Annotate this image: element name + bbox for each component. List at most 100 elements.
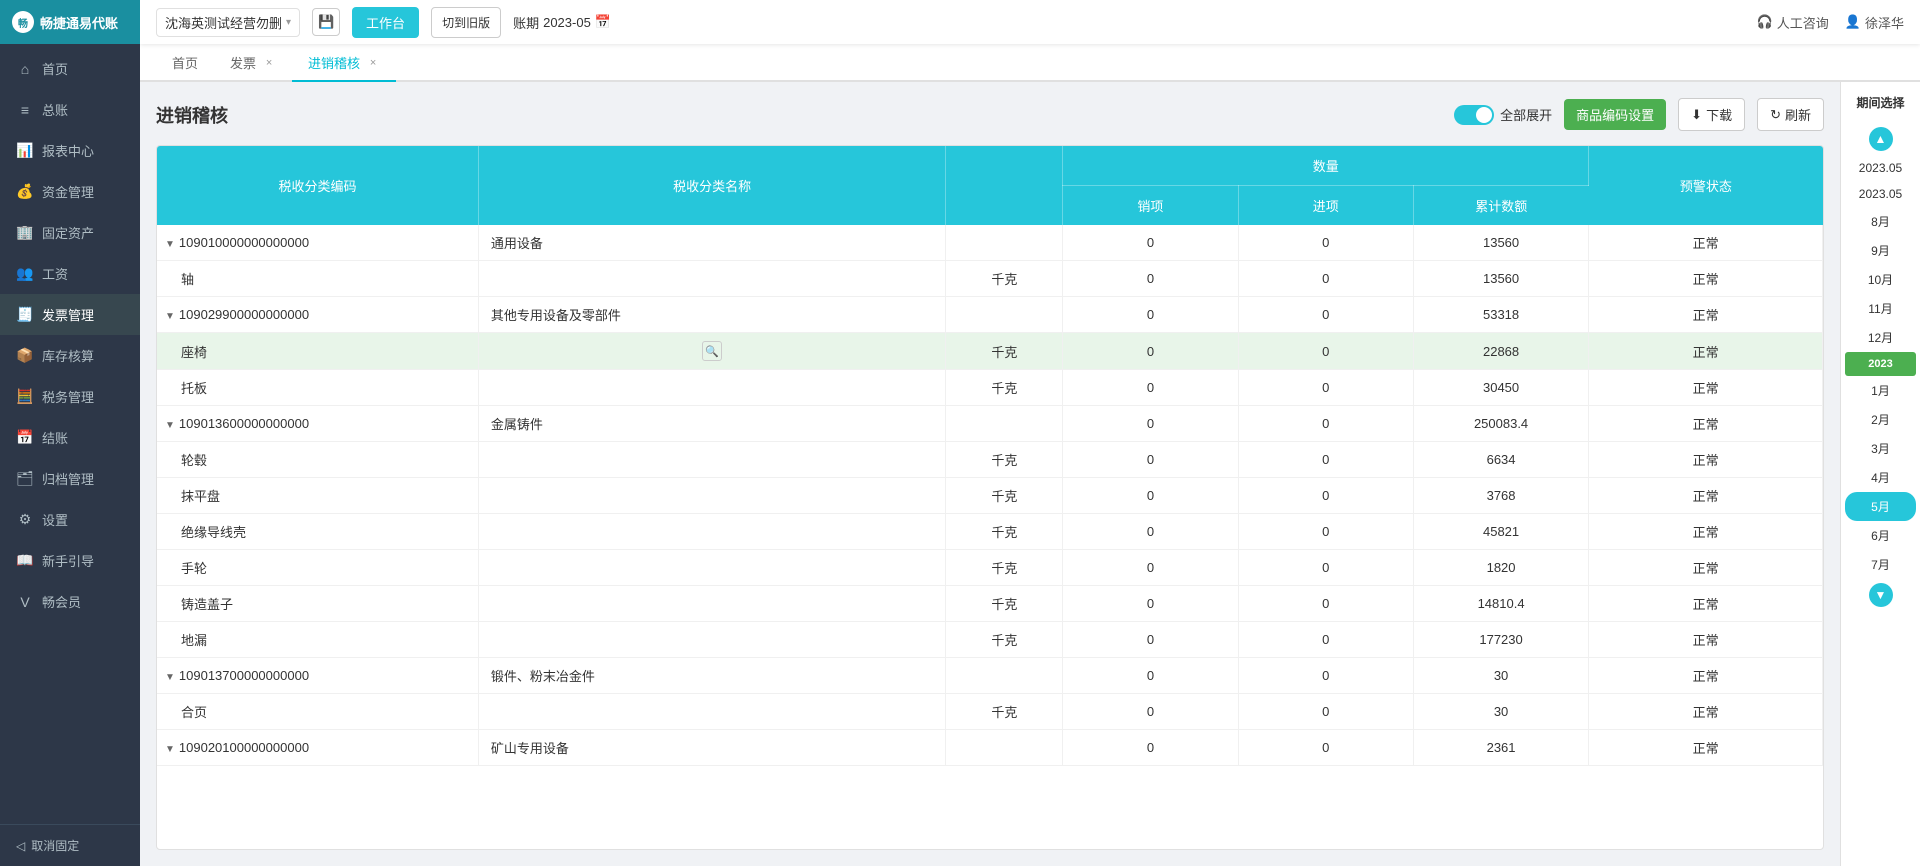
sidebar-item-ledger[interactable]: ≡ 总账 (0, 89, 140, 130)
period-item[interactable]: 5月 (1845, 492, 1916, 521)
cell-code: ▼109013700000000000 (157, 658, 478, 694)
tab-invoice-close-icon[interactable]: × (262, 56, 276, 70)
expand-icon[interactable]: ▼ (165, 311, 175, 322)
side-panel-title: 期间选择 (1852, 90, 1908, 115)
period-item[interactable]: 10月 (1845, 265, 1916, 294)
panel-scroll-down-btn[interactable]: ▼ (1869, 583, 1893, 607)
sidebar-item-archive[interactable]: 🗂 归档管理 (0, 458, 140, 499)
sidebar-item-assets[interactable]: 🏢 固定资产 (0, 212, 140, 253)
expand-icon[interactable]: ▼ (165, 239, 175, 250)
period-item[interactable]: 12月 (1845, 323, 1916, 352)
sidebar-item-payroll[interactable]: 👥 工资 (0, 253, 140, 294)
period-item[interactable]: 1月 (1845, 376, 1916, 405)
sidebar-item-home[interactable]: ⌂ 首页 (0, 48, 140, 89)
sidebar-item-finance[interactable]: 💰 资金管理 (0, 171, 140, 212)
user-profile-button[interactable]: 👤 徐泽华 (1845, 13, 1904, 32)
header: 沈海英测试经营勿删 ▾ 💾 工作台 切到旧版 账期 2023-05 📅 🎧 人工… (140, 0, 1920, 44)
period-item[interactable]: 2月 (1845, 405, 1916, 434)
cell-total: 1820 (1413, 550, 1588, 586)
side-panel: 期间选择 ▲ 2023.052023.058月9月10月11月12月20231月… (1840, 82, 1920, 866)
tab-reconciliation-close-icon[interactable]: × (366, 56, 380, 70)
save-button[interactable]: 💾 (312, 8, 340, 36)
period-item[interactable]: 2023.05 (1845, 181, 1916, 207)
service-button[interactable]: 🎧 人工咨询 (1757, 13, 1829, 32)
table-row: ▼109020100000000000 矿山专用设备 0 0 2361 正常 (157, 730, 1823, 766)
period-item[interactable]: 2023.05 (1845, 155, 1916, 181)
refresh-icon: ↻ (1770, 107, 1781, 123)
cell-total: 30 (1413, 658, 1588, 694)
sidebar-item-archive-label: 归档管理 (42, 469, 94, 488)
sidebar-item-settings[interactable]: ⚙ 设置 (0, 499, 140, 540)
expand-icon[interactable]: ▼ (165, 672, 175, 683)
search-icon[interactable]: 🔍 (702, 341, 722, 361)
page-title-bar: 进销稽核 全部展开 商品编码设置 ⬇ 下载 ↻ 刷 (156, 98, 1824, 131)
logo-text: 畅捷通易代账 (40, 13, 118, 32)
cell-warning: 正常 (1589, 550, 1823, 586)
sidebar-unfix-btn[interactable]: ◁ 取消固定 (0, 824, 140, 866)
cell-warning: 正常 (1589, 658, 1823, 694)
cell-total: 177230 (1413, 622, 1588, 658)
period-item[interactable]: 7月 (1845, 550, 1916, 579)
sidebar-item-invoice[interactable]: 🧾 发票管理 (0, 294, 140, 335)
calendar-icon: 📅 (595, 14, 611, 30)
sidebar-item-tax[interactable]: 🧮 税务管理 (0, 376, 140, 417)
period-item[interactable]: 3月 (1845, 434, 1916, 463)
period-item[interactable]: 8月 (1845, 207, 1916, 236)
period-item[interactable]: 4月 (1845, 463, 1916, 492)
col-header-warning: 预警状态 (1589, 146, 1823, 225)
tab-home-label: 首页 (172, 53, 198, 72)
switch-version-button[interactable]: 切到旧版 (431, 7, 501, 38)
period-item[interactable]: 9月 (1845, 236, 1916, 265)
table-row: ▼109029900000000000 其他专用设备及零部件 0 0 53318… (157, 297, 1823, 333)
cell-sales: 0 (1063, 297, 1238, 333)
cell-sales: 0 (1063, 225, 1238, 261)
toggle-track[interactable] (1454, 105, 1494, 125)
cell-warning: 正常 (1589, 478, 1823, 514)
tab-reconciliation[interactable]: 进销稽核 × (292, 45, 396, 82)
cell-code: 座椅 (157, 333, 478, 370)
col-header-quantity: 数量 (1063, 146, 1589, 186)
company-selector[interactable]: 沈海英测试经营勿删 ▾ (156, 8, 300, 37)
tab-invoice[interactable]: 发票 × (214, 45, 292, 82)
cell-name: 锻件、粉末冶金件 (478, 658, 946, 694)
expand-icon[interactable]: ▼ (165, 420, 175, 431)
product-code-btn[interactable]: 商品编码设置 (1564, 99, 1666, 130)
user-icon: 👤 (1845, 14, 1861, 30)
cell-sales: 0 (1063, 406, 1238, 442)
cell-unit: 千克 (946, 333, 1063, 370)
refresh-btn[interactable]: ↻ 刷新 (1757, 98, 1824, 131)
panel-scroll-up-btn[interactable]: ▲ (1869, 127, 1893, 151)
data-table-wrapper: 税收分类编码 税收分类名称 数量 预警状态 销项 进项 累计数额 (156, 145, 1824, 850)
workbench-button[interactable]: 工作台 (352, 7, 419, 38)
table-row: 绝缘导线壳 千克 0 0 45821 正常 (157, 514, 1823, 550)
period-item[interactable]: 11月 (1845, 294, 1916, 323)
tab-home[interactable]: 首页 (156, 45, 214, 82)
cell-total: 22868 (1413, 333, 1588, 370)
expand-icon[interactable]: ▼ (165, 744, 175, 755)
download-btn[interactable]: ⬇ 下载 (1678, 98, 1745, 131)
cell-sales: 0 (1063, 694, 1238, 730)
sidebar-item-guide-label: 新手引导 (42, 551, 94, 570)
sidebar-item-ledger-label: 总账 (42, 100, 68, 119)
sidebar-item-guide[interactable]: 📖 新手引导 (0, 540, 140, 581)
period-item[interactable]: 2023 (1845, 352, 1916, 376)
cell-name (478, 261, 946, 297)
cell-code: ▼109029900000000000 (157, 297, 478, 333)
cell-unit (946, 406, 1063, 442)
sidebar-item-inventory[interactable]: 📦 库存核算 (0, 335, 140, 376)
tab-invoice-label: 发票 (230, 53, 256, 72)
sidebar-item-vip[interactable]: V 畅会员 (0, 581, 140, 622)
cell-total: 30 (1413, 694, 1588, 730)
cell-name (478, 478, 946, 514)
sidebar-item-closing[interactable]: 📅 结账 (0, 417, 140, 458)
cell-code: ▼109010000000000000 (157, 225, 478, 261)
cell-unit (946, 730, 1063, 766)
period-item[interactable]: 6月 (1845, 521, 1916, 550)
cell-sales: 0 (1063, 333, 1238, 370)
cell-sales: 0 (1063, 658, 1238, 694)
expand-all-toggle[interactable]: 全部展开 (1454, 105, 1552, 125)
sidebar-item-report[interactable]: 📊 报表中心 (0, 130, 140, 171)
cell-code: 合页 (157, 694, 478, 730)
cell-unit: 千克 (946, 261, 1063, 297)
expand-all-label: 全部展开 (1500, 105, 1552, 124)
